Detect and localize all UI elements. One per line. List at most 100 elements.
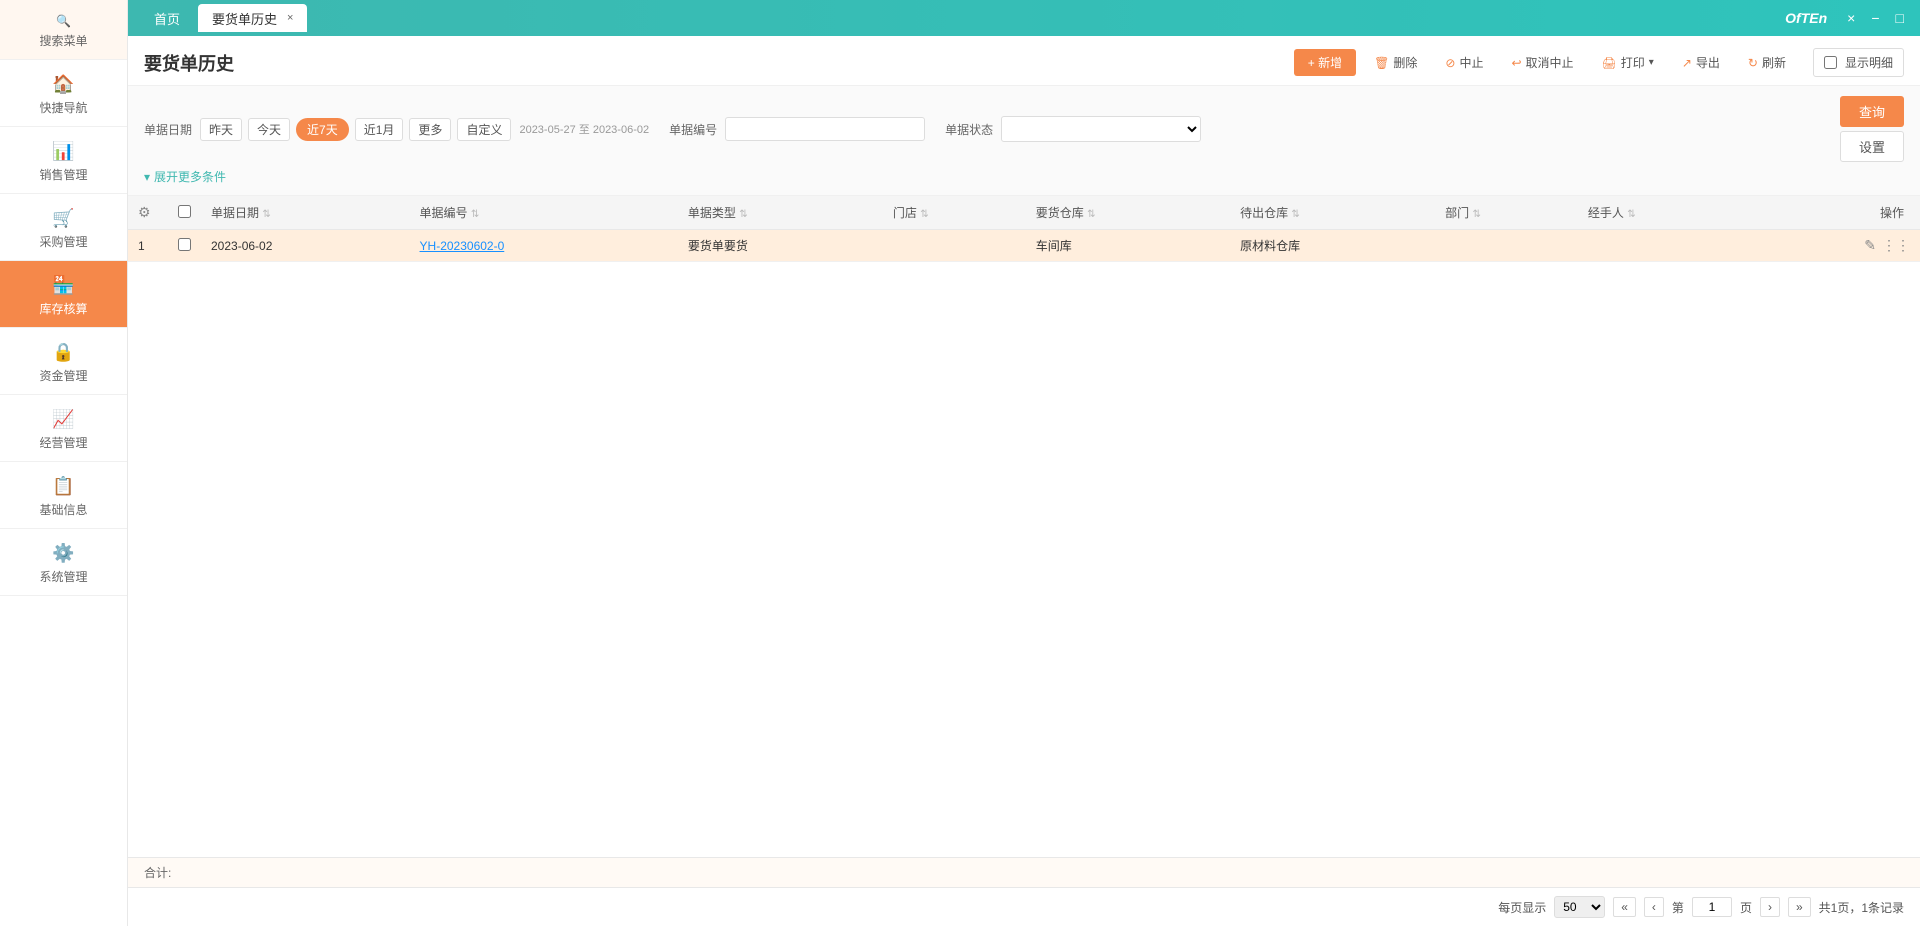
page-size-label: 每页显示 (1498, 899, 1546, 916)
sidebar-item-operation[interactable]: 📈 经营管理 (0, 395, 127, 462)
inventory-icon: 🏪 (52, 275, 74, 296)
query-button[interactable]: 查询 (1840, 96, 1904, 127)
select-all-checkbox[interactable] (178, 205, 191, 218)
tab-home-label: 首页 (154, 9, 180, 28)
sidebar-item-sales[interactable]: 📊 销售管理 (0, 127, 127, 194)
refresh-icon: ↻ (1748, 56, 1758, 70)
prev-page-button[interactable]: ‹ (1644, 897, 1664, 917)
filter-actions: 查询 设置 (1840, 96, 1904, 162)
sort-req-warehouse-icon[interactable]: ⇅ (1087, 209, 1095, 220)
sales-icon: 📊 (52, 141, 74, 162)
suspend-button[interactable]: ⊘ 中止 (1435, 49, 1493, 76)
refresh-label: 刷新 (1762, 54, 1786, 71)
delete-button[interactable]: 🗑 删除 (1364, 49, 1427, 76)
total-info: 共1页，1条记录 (1819, 899, 1904, 916)
th-pending-warehouse: 待出仓库 ⇅ (1230, 196, 1435, 230)
export-button[interactable]: ↗ 导出 (1672, 49, 1730, 76)
docno-filter: 单据编号 (669, 117, 925, 141)
edit-icon[interactable]: ✎ (1864, 237, 1876, 254)
date-today-btn[interactable]: 今天 (248, 118, 290, 141)
page-title: 要货单历史 (144, 50, 234, 76)
cell-index: 1 (128, 230, 168, 262)
cell-store (883, 230, 1026, 262)
expand-more-btn[interactable]: ▾ 展开更多条件 (144, 168, 1904, 185)
sidebar-sales-label: 销售管理 (39, 166, 87, 183)
sidebar-item-finance[interactable]: 🔒 资金管理 (0, 328, 127, 395)
chevron-down-icon: ▾ (144, 170, 150, 184)
docno-link[interactable]: YH-20230602-0 (420, 239, 505, 253)
page-header: 要货单历史 + 新增 🗑 删除 ⊘ 中止 ↩ 取消中止 🖨 打印 (128, 36, 1920, 86)
operation-icon: 📈 (52, 409, 74, 430)
row-checkbox[interactable] (178, 238, 191, 251)
tab-active-label: 要货单历史 (212, 9, 277, 28)
cell-ops: ✎ ⋮⋮ (1752, 230, 1920, 262)
cell-pending-warehouse: 原材料仓库 (1230, 230, 1435, 262)
th-docno: 单据编号 ⇅ (410, 196, 678, 230)
window-close-button[interactable]: × (1843, 10, 1859, 26)
date-range-display: 2023-05-27 至 2023-06-02 (519, 121, 649, 137)
suspend-icon: ⊘ (1445, 56, 1455, 70)
sidebar-search-label: 搜索菜单 (39, 32, 87, 49)
sort-department-icon[interactable]: ⇅ (1472, 209, 1480, 220)
sidebar-item-purchase[interactable]: 🛒 采购管理 (0, 194, 127, 261)
cell-department (1435, 230, 1578, 262)
status-select[interactable] (1001, 116, 1201, 142)
date-7days-btn[interactable]: 近7天 (296, 118, 349, 141)
page-prefix: 第 (1672, 899, 1684, 916)
finance-icon: 🔒 (52, 342, 74, 363)
sort-doctype-icon[interactable]: ⇅ (739, 209, 747, 220)
expand-label: 展开更多条件 (154, 168, 226, 185)
sort-date-icon[interactable]: ⇅ (262, 209, 270, 220)
setting-button[interactable]: 设置 (1840, 131, 1904, 162)
sidebar-system-label: 系统管理 (39, 568, 87, 585)
sidebar-item-inventory[interactable]: 🏪 库存核算 (0, 261, 127, 328)
sidebar-item-basic[interactable]: 📋 基础信息 (0, 462, 127, 529)
window-controls: OfTEn × − □ (1785, 10, 1908, 26)
docno-input[interactable] (725, 117, 925, 141)
page-size-select[interactable]: 50 20 100 (1554, 896, 1605, 918)
more-icon[interactable]: ⋮⋮ (1882, 237, 1910, 254)
sort-store-icon[interactable]: ⇅ (920, 209, 928, 220)
page-number-input[interactable] (1692, 897, 1732, 917)
sidebar-inventory-label: 库存核算 (39, 300, 87, 317)
first-page-button[interactable]: « (1613, 897, 1636, 917)
next-page-button[interactable]: › (1760, 897, 1780, 917)
table-body: 1 2023-06-02 YH-20230602-0 要货单要货 车间库 原材料… (128, 230, 1920, 262)
table-row: 1 2023-06-02 YH-20230602-0 要货单要货 车间库 原材料… (128, 230, 1920, 262)
header-actions: + 新增 🗑 删除 ⊘ 中止 ↩ 取消中止 🖨 打印 ▾ (1294, 48, 1904, 77)
print-button[interactable]: 🖨 打印 ▾ (1592, 49, 1664, 76)
date-filter: 单据日期 昨天 今天 近7天 近1月 更多 自定义 2023-05-27 至 2… (144, 118, 649, 141)
sort-pending-warehouse-icon[interactable]: ⇅ (1291, 209, 1299, 220)
status-filter: 单据状态 (945, 116, 1201, 142)
window-maximize-button[interactable]: □ (1892, 10, 1908, 26)
tab-close-button[interactable]: × (287, 12, 293, 24)
unsuspend-button[interactable]: ↩ 取消中止 (1501, 49, 1583, 76)
date-more-btn[interactable]: 更多 (409, 118, 451, 141)
system-icon: ⚙️ (52, 543, 74, 564)
sort-docno-icon[interactable]: ⇅ (471, 209, 479, 220)
settings-icon[interactable]: ⚙ (138, 204, 151, 220)
sidebar-item-search[interactable]: 🔍 搜索菜单 (0, 0, 127, 60)
sidebar-item-system[interactable]: ⚙️ 系统管理 (0, 529, 127, 596)
display-detail-checkbox[interactable] (1824, 56, 1837, 69)
tab-active[interactable]: 要货单历史 × (198, 4, 307, 32)
sidebar-item-quicknav[interactable]: 🏠 快捷导航 (0, 60, 127, 127)
sidebar-finance-label: 资金管理 (39, 367, 87, 384)
display-detail-label: 显示明细 (1845, 54, 1893, 71)
tab-home[interactable]: 首页 (140, 4, 194, 32)
date-yesterday-btn[interactable]: 昨天 (200, 118, 242, 141)
refresh-button[interactable]: ↻ 刷新 (1738, 49, 1796, 76)
display-detail-button[interactable]: 显示明细 (1813, 48, 1904, 77)
cell-req-warehouse: 车间库 (1026, 230, 1230, 262)
window-minimize-button[interactable]: − (1867, 10, 1883, 26)
search-icon: 🔍 (56, 14, 71, 28)
date-custom-btn[interactable]: 自定义 (457, 118, 511, 141)
delete-label: 删除 (1393, 54, 1417, 71)
th-store: 门店 ⇅ (883, 196, 1026, 230)
new-button[interactable]: + 新增 (1294, 49, 1356, 76)
sort-handler-icon[interactable]: ⇅ (1627, 209, 1635, 220)
print-dropdown-icon[interactable]: ▾ (1649, 57, 1654, 68)
date-1month-btn[interactable]: 近1月 (355, 118, 404, 141)
last-page-button[interactable]: » (1788, 897, 1811, 917)
print-icon: 🖨 (1602, 56, 1617, 70)
